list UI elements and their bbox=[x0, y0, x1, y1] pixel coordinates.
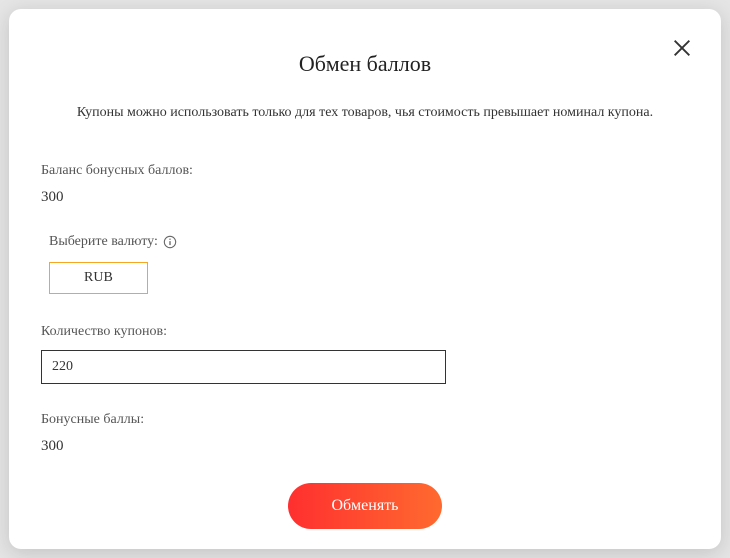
currency-label: Выберите валюту: bbox=[49, 234, 689, 250]
exchange-modal: Обмен баллов Купоны можно использовать т… bbox=[9, 9, 721, 549]
coupons-section: Количество купонов: bbox=[41, 324, 689, 384]
points-label: Бонусные баллы: bbox=[41, 412, 689, 428]
balance-value: 300 bbox=[41, 189, 689, 206]
currency-button[interactable]: RUB bbox=[49, 262, 148, 294]
currency-label-text: Выберите валюту: bbox=[49, 234, 158, 250]
balance-label: Баланс бонусных баллов: bbox=[41, 163, 689, 179]
close-icon[interactable] bbox=[671, 37, 693, 59]
currency-section: Выберите валюту: RUB bbox=[41, 234, 689, 294]
modal-subtitle: Купоны можно использовать только для тех… bbox=[41, 105, 689, 121]
coupons-input[interactable] bbox=[41, 350, 446, 384]
info-icon[interactable] bbox=[163, 235, 177, 249]
points-value: 300 bbox=[41, 438, 689, 455]
coupons-label: Количество купонов: bbox=[41, 324, 689, 340]
exchange-button[interactable]: Обменять bbox=[288, 483, 443, 529]
balance-section: Баланс бонусных баллов: 300 bbox=[41, 163, 689, 206]
points-section: Бонусные баллы: 300 bbox=[41, 412, 689, 455]
modal-title: Обмен баллов bbox=[41, 51, 689, 77]
